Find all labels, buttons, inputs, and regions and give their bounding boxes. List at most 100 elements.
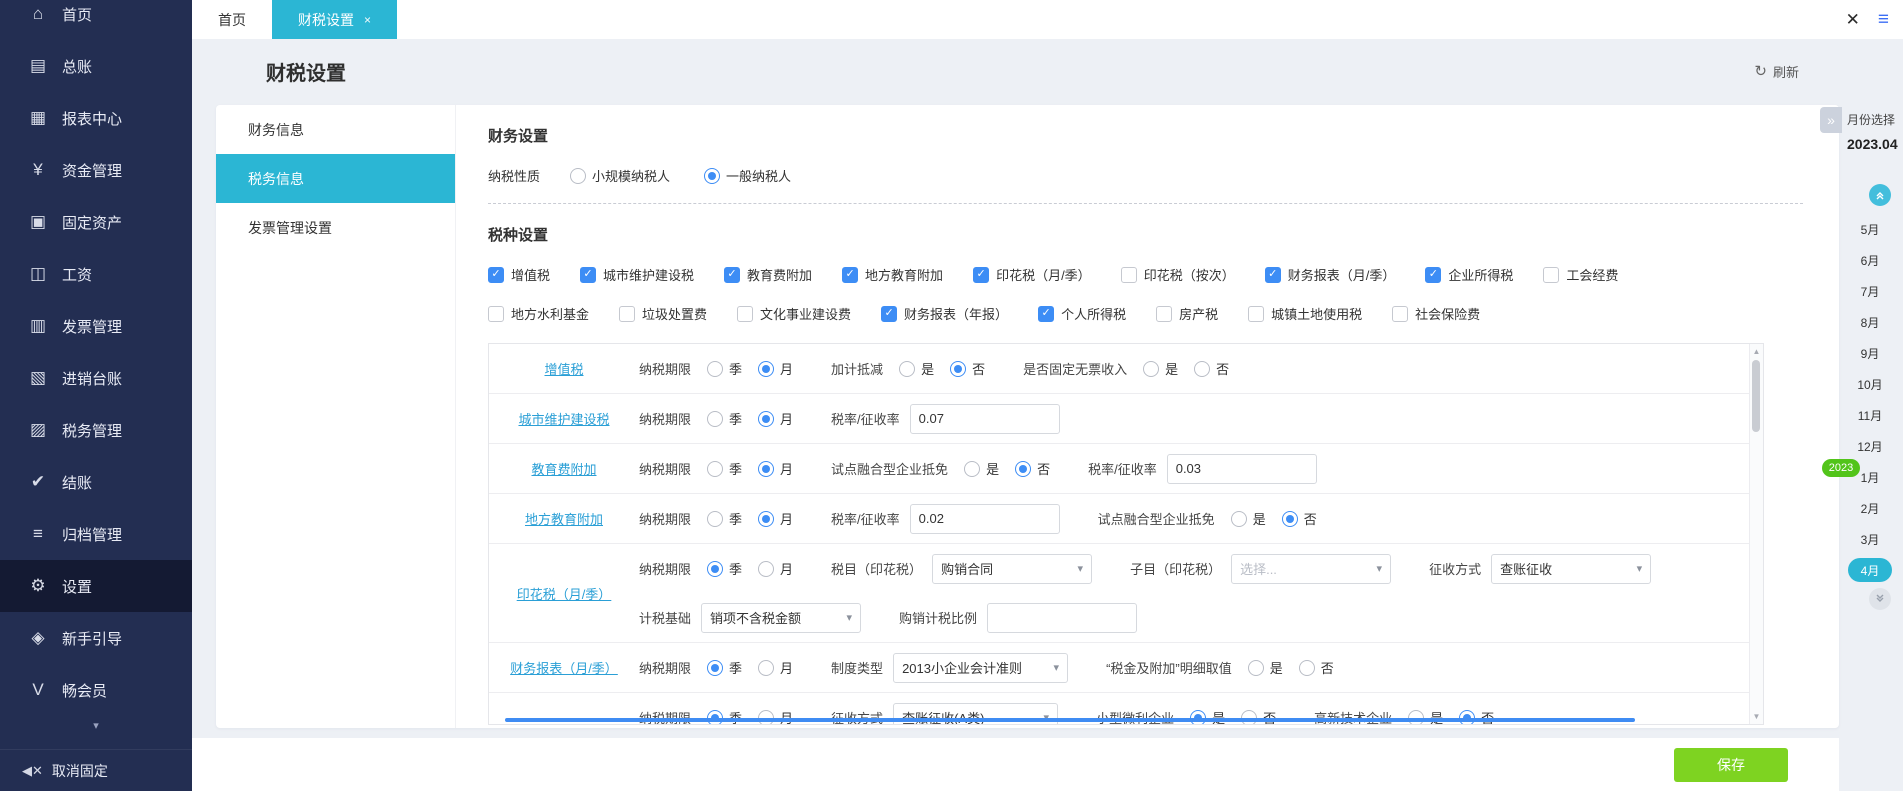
radio-option[interactable]: 是: [1230, 509, 1266, 528]
radio-unchecked-icon[interactable]: [1194, 360, 1211, 377]
radio-option[interactable]: 月: [758, 658, 793, 677]
checkbox-checked-icon[interactable]: [1038, 305, 1055, 322]
radio-unchecked-icon[interactable]: [758, 560, 775, 577]
row-label-link[interactable]: 增值税: [544, 359, 583, 378]
radio-checked-icon[interactable]: [758, 410, 775, 427]
radio-unchecked-icon[interactable]: [964, 460, 981, 477]
submenu-item-invoice-settings[interactable]: 发票管理设置: [216, 203, 455, 252]
close-icon[interactable]: ✕: [1846, 10, 1860, 30]
tax-type-checkbox[interactable]: 文化事业建设费: [737, 304, 851, 323]
sidebar-item-funds[interactable]: ¥ 资金管理: [0, 144, 192, 196]
checkbox-checked-icon[interactable]: [1264, 266, 1281, 283]
radio-unchecked-icon[interactable]: [570, 167, 587, 184]
radio-option[interactable]: 否: [1241, 708, 1276, 724]
radio-option[interactable]: 否: [1298, 658, 1334, 677]
submenu-item-tax-info[interactable]: 税务信息: [216, 154, 455, 203]
sidebar-item-guide[interactable]: ◈ 新手引导: [0, 612, 192, 664]
radio-option[interactable]: 否: [1015, 459, 1050, 478]
radio-unchecked-icon[interactable]: [1230, 510, 1247, 527]
tax-type-checkbox[interactable]: 个人所得税: [1038, 304, 1126, 323]
tax-type-checkbox[interactable]: 财务报表（年报）: [881, 304, 1008, 323]
checkbox-checked-icon[interactable]: [488, 266, 504, 283]
tax-type-checkbox[interactable]: 城市维护建设税: [580, 265, 694, 284]
sidebar-item-member[interactable]: V 畅会员: [0, 664, 192, 716]
radio-checked-icon[interactable]: [1015, 460, 1032, 477]
tab-home[interactable]: 首页: [192, 0, 272, 39]
tax-type-checkbox[interactable]: 城镇土地使用税: [1248, 304, 1362, 323]
save-button[interactable]: 保存: [1674, 748, 1788, 782]
checkbox-checked-icon[interactable]: [1425, 266, 1442, 283]
checkbox-checked-icon[interactable]: [881, 305, 898, 322]
radio-option[interactable]: 月: [758, 559, 793, 578]
radio-checked-icon[interactable]: [758, 360, 775, 377]
radio-option[interactable]: 季: [707, 559, 742, 578]
checkbox-checked-icon[interactable]: [842, 266, 859, 283]
tax-type-checkbox[interactable]: 垃圾处置费: [619, 304, 707, 323]
sidebar-item-purchase-sale[interactable]: ▧ 进销台账: [0, 352, 192, 404]
month-item[interactable]: 6月: [1843, 245, 1897, 276]
month-item[interactable]: 9月: [1843, 338, 1897, 369]
radio-option[interactable]: 月: [758, 359, 793, 378]
checkbox-checked-icon[interactable]: [973, 266, 990, 283]
system-type-select[interactable]: 2013小企业会计准则 ▾: [893, 652, 1069, 683]
sidebar-item-invoice[interactable]: ▥ 发票管理: [0, 300, 192, 352]
sidebar-item-closing[interactable]: ✔ 结账: [0, 456, 192, 508]
radio-checked-icon[interactable]: [758, 460, 775, 477]
sidebar-item-home[interactable]: ⌂ 首页: [0, 0, 192, 40]
sidebar-item-archive[interactable]: ≡ 归档管理: [0, 508, 192, 560]
radio-option[interactable]: 是: [1190, 708, 1225, 724]
checkbox-unchecked-icon[interactable]: [1120, 266, 1137, 283]
checkbox-checked-icon[interactable]: [580, 266, 597, 283]
radio-checked-icon[interactable]: [707, 560, 724, 577]
tax-type-checkbox[interactable]: 地方水利基金: [488, 304, 589, 323]
radio-option[interactable]: 否: [1459, 708, 1494, 724]
radio-unchecked-icon[interactable]: [1298, 659, 1315, 676]
tax-type-checkbox[interactable]: 教育费附加: [724, 265, 812, 284]
month-item[interactable]: 3月: [1843, 524, 1897, 555]
row-label-link[interactable]: 城市维护建设税: [518, 409, 609, 428]
radio-unchecked-icon[interactable]: [707, 460, 724, 477]
checkbox-unchecked-icon[interactable]: [488, 305, 504, 322]
radio-option[interactable]: 季: [707, 509, 742, 528]
radio-option[interactable]: 月: [758, 409, 793, 428]
tax-type-checkbox[interactable]: 企业所得税: [1425, 265, 1513, 284]
rate-input[interactable]: [909, 403, 1060, 434]
month-item[interactable]: 12月: [1843, 431, 1897, 462]
sidebar-scroll-down-icon[interactable]: ▾: [0, 716, 192, 734]
row-label-link[interactable]: 财务报表（月/季）: [510, 658, 618, 677]
checkbox-unchecked-icon[interactable]: [619, 305, 636, 322]
radio-option[interactable]: 是: [1143, 359, 1178, 378]
unpin-button[interactable]: ◀✕ 取消固定: [0, 749, 192, 791]
radio-option[interactable]: 季: [707, 658, 742, 677]
row-label-link[interactable]: 教育费附加: [531, 459, 596, 478]
radio-checked-icon[interactable]: [950, 360, 967, 377]
radio-option[interactable]: 是: [964, 459, 999, 478]
stamp-item-select[interactable]: 购销合同 ▾: [932, 553, 1093, 584]
tax-type-checkbox[interactable]: 工会经费: [1543, 265, 1618, 284]
stamp-subitem-select[interactable]: 选择... ▾: [1231, 553, 1392, 584]
sidebar-item-general-ledger[interactable]: ▤ 总账: [0, 40, 192, 92]
radio-unchecked-icon[interactable]: [899, 360, 916, 377]
refresh-button[interactable]: ↻ 刷新: [1754, 62, 1799, 81]
month-item[interactable]: 2月: [1843, 493, 1897, 524]
submenu-item-finance-info[interactable]: 财务信息: [216, 105, 455, 154]
radio-option[interactable]: 月: [758, 708, 793, 724]
radio-option[interactable]: 否: [1281, 509, 1317, 528]
checkbox-checked-icon[interactable]: [724, 266, 741, 283]
tax-base-select[interactable]: 销项不含税金额 ▾: [701, 602, 862, 633]
radio-option[interactable]: 季: [707, 708, 742, 724]
month-item[interactable]: 8月: [1843, 307, 1897, 338]
tab-close-icon[interactable]: ×: [364, 13, 371, 27]
tab-tax-settings[interactable]: 财税设置 ×: [272, 0, 398, 39]
radio-checked-icon[interactable]: [704, 167, 721, 184]
checkbox-unchecked-icon[interactable]: [1248, 305, 1265, 322]
collect-method-select[interactable]: 查账征收 ▾: [1491, 553, 1652, 584]
month-item[interactable]: 4月: [1848, 558, 1892, 582]
radio-option[interactable]: 是: [1408, 708, 1443, 724]
month-item[interactable]: 11月: [1843, 400, 1897, 431]
sidebar-item-fixed-assets[interactable]: ▣ 固定资产: [0, 196, 192, 248]
horizontal-scrollbar-thumb[interactable]: [505, 718, 1635, 722]
sidebar-item-tax[interactable]: ▨ 税务管理: [0, 404, 192, 456]
tax-type-checkbox[interactable]: 社会保险费: [1392, 304, 1480, 323]
row-label-link[interactable]: 印花税（月/季）: [517, 584, 612, 603]
